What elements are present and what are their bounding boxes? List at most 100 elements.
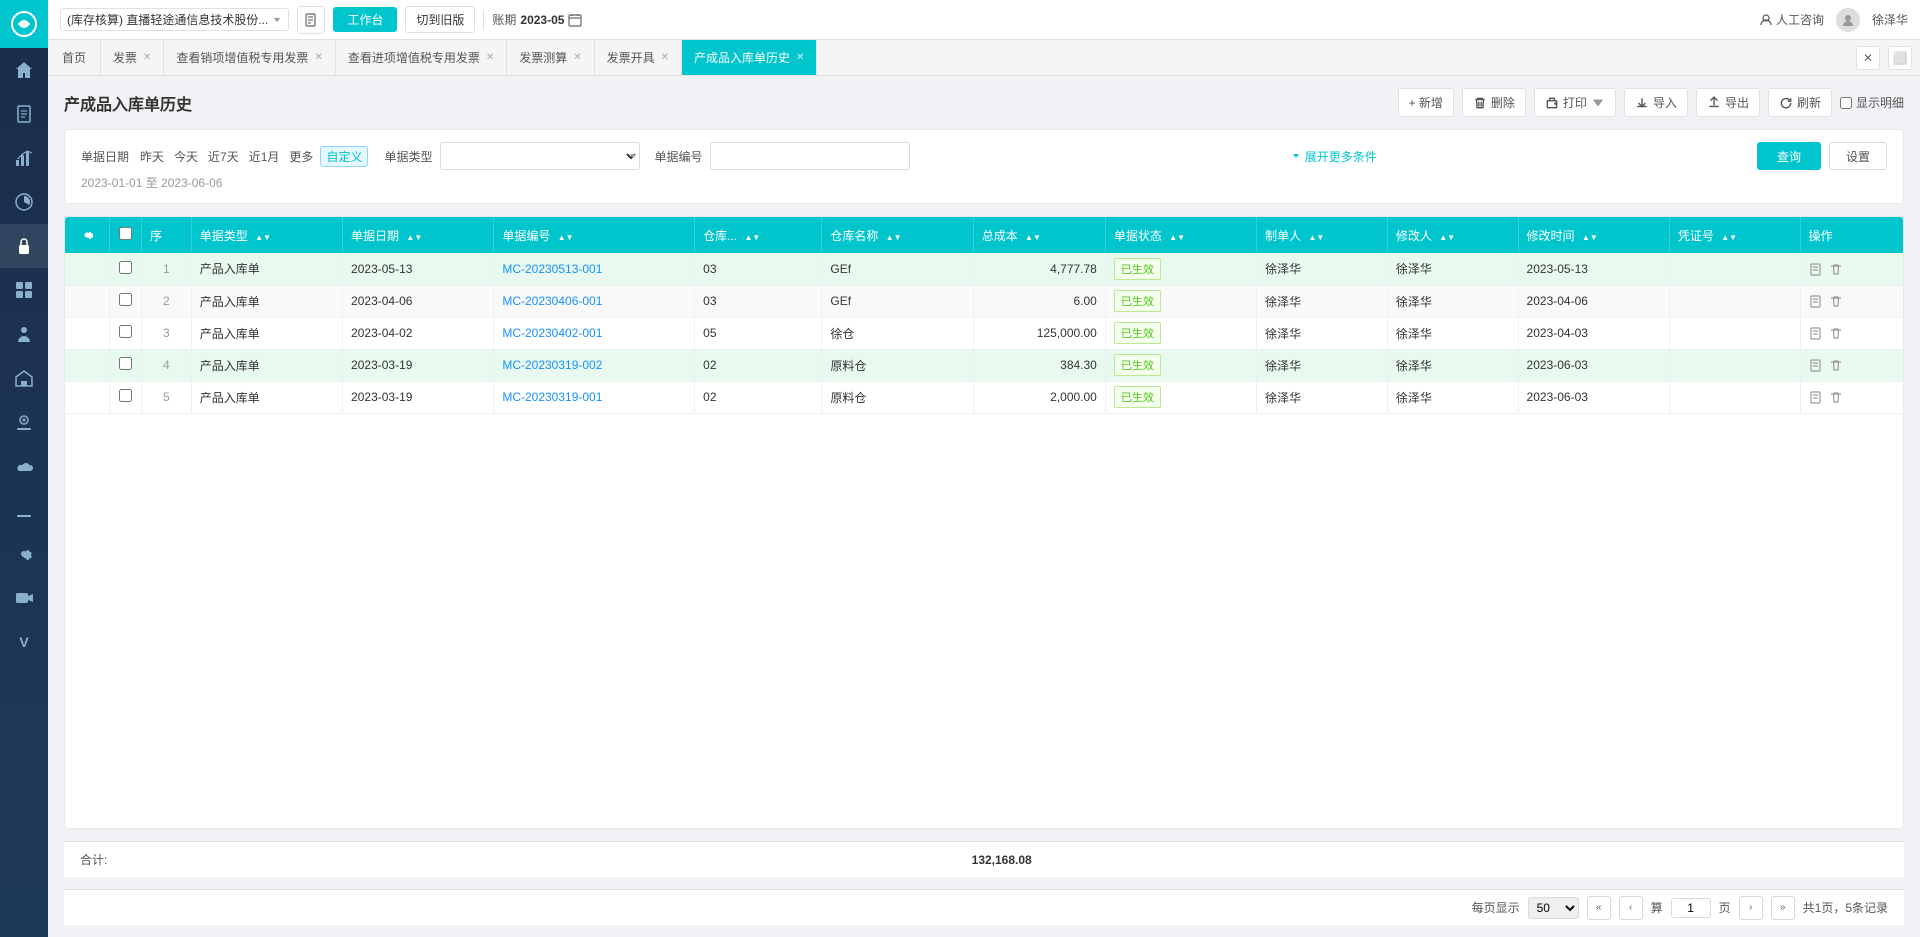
date-custom[interactable]: 自定义 [320, 146, 368, 167]
row-check-0[interactable] [119, 261, 132, 274]
status-sort-arrows[interactable]: ▲▼ [1169, 234, 1185, 242]
row-edit-btn-2[interactable] [1809, 326, 1823, 340]
number-sort-arrows[interactable]: ▲▼ [558, 234, 574, 242]
per-page-select[interactable]: 20 50 100 [1528, 897, 1579, 919]
new-button[interactable]: + 新增 [1398, 88, 1454, 117]
filter-expand-btn[interactable]: 展开更多条件 [1291, 148, 1377, 165]
app-logo[interactable] [0, 0, 48, 48]
row-number-2[interactable]: MC-20230402-001 [494, 317, 695, 349]
show-detail-checkbox[interactable]: 显示明细 [1840, 94, 1904, 111]
select-all-checkbox[interactable] [119, 227, 132, 240]
sidebar-item-home[interactable] [0, 48, 48, 92]
sidebar-item-warehouse[interactable] [0, 356, 48, 400]
row-checkbox-3[interactable] [110, 349, 142, 381]
prev-page-btn[interactable]: ‹ [1619, 896, 1643, 920]
export-button[interactable]: 导出 [1696, 88, 1760, 117]
tab-invoice-issue-close[interactable]: ✕ [661, 52, 669, 63]
tab-close-all-btn[interactable]: ✕ [1856, 46, 1880, 70]
row-checkbox-1[interactable] [110, 285, 142, 317]
user-name[interactable]: 徐泽华 [1872, 11, 1908, 28]
voucher-sort-arrows[interactable]: ▲▼ [1721, 234, 1737, 242]
page-number-input[interactable] [1671, 898, 1711, 918]
wh-code-sort-arrows[interactable]: ▲▼ [745, 234, 761, 242]
number-filter-input[interactable] [710, 142, 910, 170]
set-button[interactable]: 设置 [1829, 142, 1887, 170]
wh-name-sort-arrows[interactable]: ▲▼ [886, 234, 902, 242]
tab-invoice-calc[interactable]: 发票测算 ✕ [507, 40, 594, 76]
type-filter-select[interactable] [440, 142, 640, 170]
row-number-3[interactable]: MC-20230319-002 [494, 349, 695, 381]
sidebar-item-v[interactable]: V [0, 620, 48, 664]
print-button[interactable]: 打印 [1534, 88, 1616, 117]
sidebar-item-doc[interactable] [0, 92, 48, 136]
col-number-header[interactable]: 单据编号 ▲▼ [494, 217, 695, 253]
tab-purchase-vat-close[interactable]: ✕ [486, 52, 494, 63]
doc-icon-btn[interactable] [297, 6, 325, 34]
col-modify-time-header[interactable]: 修改时间 ▲▼ [1518, 217, 1669, 253]
date-7days[interactable]: 近7天 [205, 147, 242, 166]
row-delete-btn-4[interactable] [1829, 390, 1843, 404]
row-delete-btn-2[interactable] [1829, 326, 1843, 340]
tab-product-history-close[interactable]: ✕ [796, 52, 804, 63]
tab-invoice-calc-close[interactable]: ✕ [573, 52, 581, 63]
tab-invoice-close[interactable]: ✕ [143, 52, 151, 63]
refresh-button[interactable]: 刷新 [1768, 88, 1832, 117]
creator-sort-arrows[interactable]: ▲▼ [1309, 234, 1325, 242]
row-edit-btn-3[interactable] [1809, 358, 1823, 372]
row-edit-btn-0[interactable] [1809, 262, 1823, 276]
next-page-btn[interactable]: › [1739, 896, 1763, 920]
delete-button[interactable]: 删除 [1462, 88, 1526, 117]
cost-sort-arrows[interactable]: ▲▼ [1025, 234, 1041, 242]
col-wh-code-header[interactable]: 仓库... ▲▼ [695, 217, 822, 253]
row-checkbox-4[interactable] [110, 381, 142, 413]
date-1month[interactable]: 近1月 [246, 147, 283, 166]
show-detail-check[interactable] [1840, 97, 1852, 109]
user-service[interactable]: 人工咨询 [1759, 11, 1824, 28]
sidebar-item-chart[interactable] [0, 136, 48, 180]
row-delete-btn-3[interactable] [1829, 358, 1843, 372]
date-today[interactable]: 今天 [171, 147, 201, 166]
date-more[interactable]: 更多 [286, 147, 316, 166]
col-select-all[interactable] [110, 217, 142, 253]
date-sort-arrows[interactable]: ▲▼ [406, 234, 422, 242]
sidebar-item-settings[interactable] [0, 532, 48, 576]
row-check-1[interactable] [119, 293, 132, 306]
row-checkbox-0[interactable] [110, 253, 142, 285]
row-number-4[interactable]: MC-20230319-001 [494, 381, 695, 413]
col-modifier-header[interactable]: 修改人 ▲▼ [1387, 217, 1518, 253]
col-status-header[interactable]: 单据状态 ▲▼ [1105, 217, 1256, 253]
row-check-4[interactable] [119, 389, 132, 402]
sidebar-item-lock[interactable] [0, 224, 48, 268]
row-number-0[interactable]: MC-20230513-001 [494, 253, 695, 285]
modifier-sort-arrows[interactable]: ▲▼ [1439, 234, 1455, 242]
row-check-3[interactable] [119, 357, 132, 370]
col-creator-header[interactable]: 制单人 ▲▼ [1257, 217, 1388, 253]
query-button[interactable]: 查询 [1757, 142, 1821, 170]
row-delete-btn-1[interactable] [1829, 294, 1843, 308]
sidebar-item-manage[interactable] [0, 312, 48, 356]
tab-maximize-btn[interactable]: ⬜ [1888, 46, 1912, 70]
workbench-button[interactable]: 工作台 [333, 7, 397, 32]
row-check-2[interactable] [119, 325, 132, 338]
sidebar-item-cloud[interactable] [0, 444, 48, 488]
tab-invoice[interactable]: 发票 ✕ [101, 40, 164, 76]
sidebar-item-download[interactable] [0, 488, 48, 532]
sidebar-item-stamp[interactable] [0, 400, 48, 444]
col-wh-name-header[interactable]: 仓库名称 ▲▼ [822, 217, 973, 253]
row-number-1[interactable]: MC-20230406-001 [494, 285, 695, 317]
col-date-header[interactable]: 单据日期 ▲▼ [343, 217, 494, 253]
tab-invoice-issue[interactable]: 发票开具 ✕ [595, 40, 682, 76]
type-sort-arrows[interactable]: ▲▼ [255, 234, 271, 242]
row-checkbox-2[interactable] [110, 317, 142, 349]
import-button[interactable]: 导入 [1624, 88, 1688, 117]
row-edit-btn-1[interactable] [1809, 294, 1823, 308]
col-settings[interactable] [65, 217, 110, 253]
col-cost-header[interactable]: 总成本 ▲▼ [973, 217, 1105, 253]
col-type-header[interactable]: 单据类型 ▲▼ [191, 217, 342, 253]
modify-time-sort-arrows[interactable]: ▲▼ [1582, 234, 1598, 242]
first-page-btn[interactable]: « [1587, 896, 1611, 920]
last-page-btn[interactable]: » [1771, 896, 1795, 920]
sidebar-item-video[interactable] [0, 576, 48, 620]
tab-sales-vat-close[interactable]: ✕ [314, 52, 322, 63]
table-settings-icon[interactable] [73, 221, 101, 249]
